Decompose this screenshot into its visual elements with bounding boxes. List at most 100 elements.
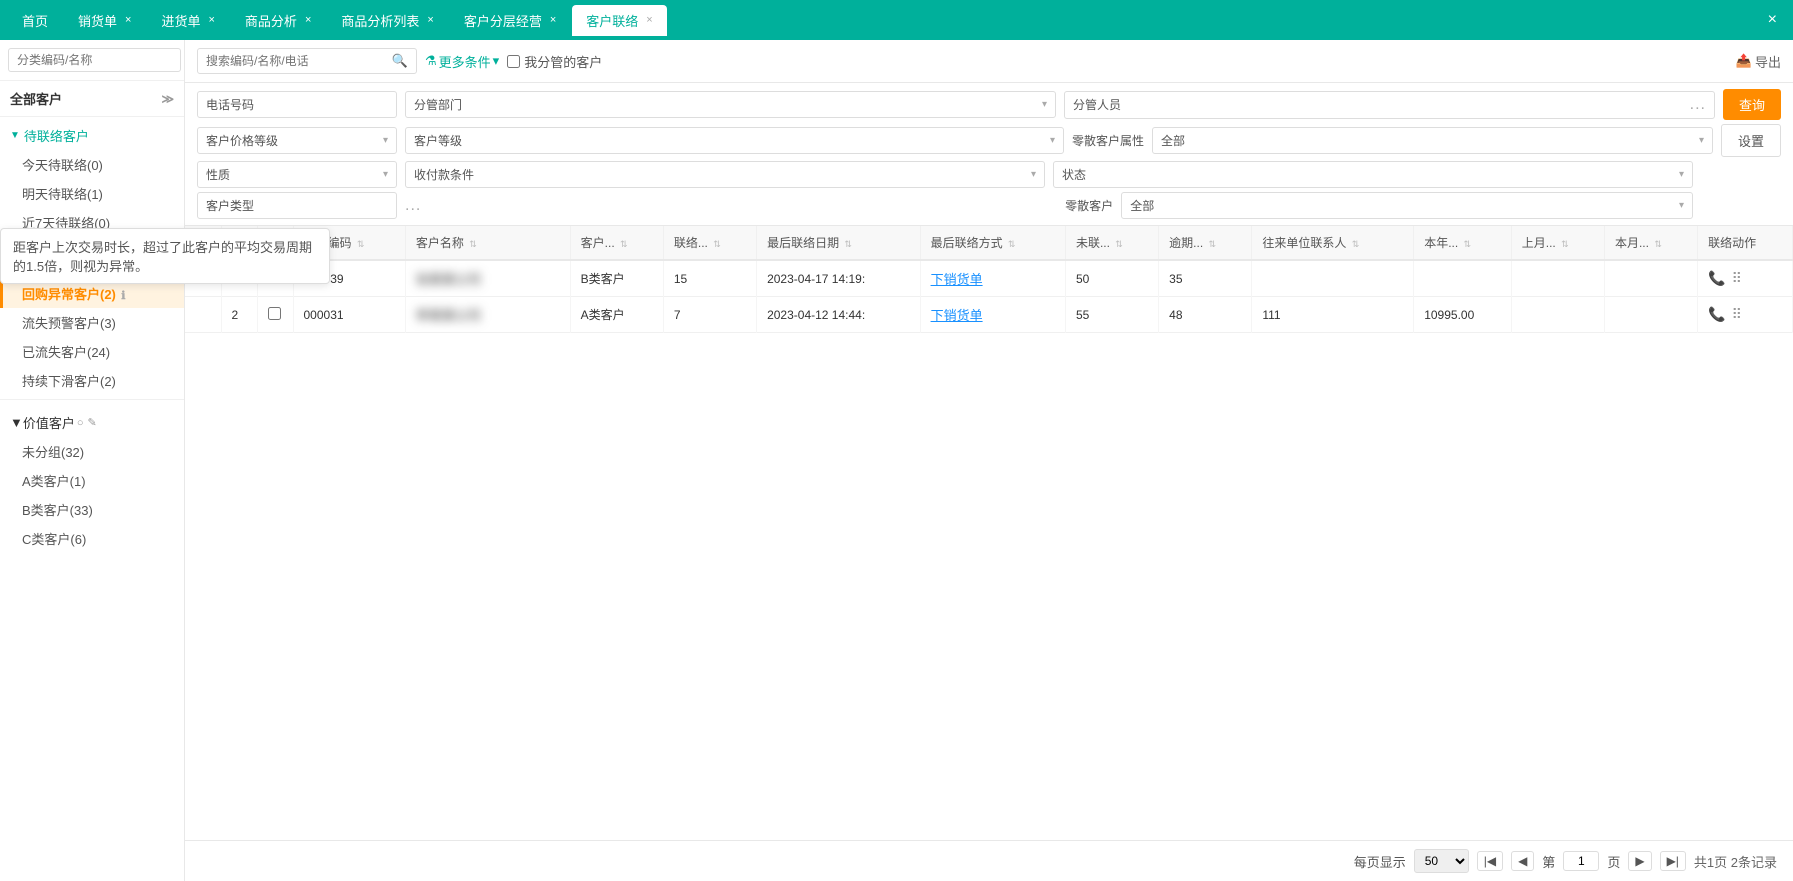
my-customers-checkbox[interactable] <box>507 55 520 68</box>
row2-checkbox[interactable] <box>268 307 281 320</box>
overdue-sort-icon: ⇅ <box>1209 239 1217 249</box>
filter-dept[interactable]: 分管部门 ▾ <box>405 91 1056 118</box>
sidebar-item-churned[interactable]: 已流失客户(24) <box>0 337 184 366</box>
row1-last-type[interactable]: 下销货单 <box>920 260 1065 297</box>
sidebar-item-tomorrow[interactable]: 明天待联络(1) <box>0 179 184 208</box>
col-last-type[interactable]: 最后联络方式 ⇅ <box>920 226 1065 260</box>
sidebar-item-today[interactable]: 今天待联络(0) <box>0 150 184 179</box>
sidebar-item-b-class[interactable]: B类客户(33) <box>0 495 184 524</box>
prev-page-btn[interactable]: ◀ <box>1511 851 1534 871</box>
last-page-btn[interactable]: ▶| <box>1660 851 1686 871</box>
close-all-button[interactable]: × <box>1760 7 1785 33</box>
sidebar-item-churn-warning[interactable]: 流失预警客户(3) <box>0 308 184 337</box>
query-button[interactable]: 查询 <box>1723 89 1781 120</box>
sidebar-search-input[interactable] <box>8 48 181 72</box>
row2-last-type[interactable]: 下销货单 <box>920 297 1065 333</box>
row2-no-contact: 55 <box>1065 297 1158 333</box>
sidebar-value-title[interactable]: ▼ 价值客户 ○ ✎ <box>0 408 184 437</box>
filter-search-container: 🔍 <box>197 48 417 74</box>
close-analysis-icon[interactable]: × <box>305 14 311 26</box>
next-page-btn[interactable]: ▶ <box>1628 851 1651 871</box>
sidebar-collapse-icon[interactable]: ≫ <box>161 92 174 106</box>
close-purchase-icon[interactable]: × <box>208 14 214 26</box>
pending-arrow-icon: ▼ <box>10 130 20 141</box>
row1-more-icon[interactable]: ⠿ <box>1732 270 1742 287</box>
sidebar-item-declining[interactable]: 持续下滑客户(2) <box>0 366 184 395</box>
row1-phone-icon[interactable]: 📞 <box>1708 270 1725 287</box>
sidebar-item-unclassified[interactable]: 未分组(32) <box>0 437 184 466</box>
filter-price-level[interactable]: 客户价格等级 ▾ <box>197 127 397 154</box>
value-edit-icon[interactable]: ✎ <box>88 416 97 429</box>
sidebar-all-customers[interactable]: 全部客户 ≫ <box>0 81 184 117</box>
col-unit-contact[interactable]: 往来单位联系人 ⇅ <box>1252 226 1414 260</box>
filter-manager[interactable]: 分管人员 ... <box>1064 91 1715 119</box>
nav-tab-analysis-list[interactable]: 商品分析列表 × <box>327 5 447 36</box>
col-contact[interactable]: 联络... ⇅ <box>663 226 756 260</box>
status-chevron-icon: ▾ <box>1679 169 1684 180</box>
row2-phone-icon[interactable]: 📞 <box>1708 306 1725 323</box>
nav-tab-customer-contact[interactable]: 客户联络 × <box>572 5 666 36</box>
close-customer-contact-icon[interactable]: × <box>646 14 652 26</box>
nav-tab-home[interactable]: 首页 <box>8 5 62 36</box>
data-table-area: ⚙ # 客户编码 ⇅ 客户名称 ⇅ 客户... ⇅ 联络... ⇅ 最后联络日期… <box>185 226 1793 840</box>
col-name[interactable]: 客户名称 ⇅ <box>405 226 570 260</box>
nav-tab-analysis[interactable]: 商品分析 × <box>231 5 325 36</box>
filter-more-conditions[interactable]: ⚗ 更多条件 ▾ <box>425 52 499 71</box>
filter-status[interactable]: 状态 ▾ <box>1053 161 1693 188</box>
filter-retail-attr[interactable]: 全部 ▾ <box>1152 127 1713 154</box>
row4-dots-icon[interactable]: ... <box>405 197 421 215</box>
col-this-month[interactable]: 本月... ⇅ <box>1604 226 1697 260</box>
row2-check[interactable] <box>257 297 293 333</box>
page-input[interactable] <box>1563 851 1599 871</box>
row2-last-month <box>1511 297 1604 333</box>
close-sales-icon[interactable]: × <box>125 14 131 26</box>
col-overdue[interactable]: 逾期... ⇅ <box>1159 226 1252 260</box>
filter-customer-type[interactable]: 客户类型 <box>197 192 397 219</box>
filter-search-input[interactable] <box>206 54 392 68</box>
col-no-contact[interactable]: 未联... ⇅ <box>1065 226 1158 260</box>
row2-code: 000031 <box>293 297 405 333</box>
top-nav: 首页 销货单 × 进货单 × 商品分析 × 商品分析列表 × 客户分层经营 × … <box>0 0 1793 40</box>
filter-gender[interactable]: 性质 ▾ <box>197 161 397 188</box>
table-header-row: ⚙ # 客户编码 ⇅ 客户名称 ⇅ 客户... ⇅ 联络... ⇅ 最后联络日期… <box>185 226 1793 260</box>
export-button[interactable]: 📤 导出 <box>1736 52 1781 71</box>
category-sort-icon: ⇅ <box>620 239 628 249</box>
settings-button[interactable]: 设置 <box>1721 124 1781 157</box>
content-area: 🔍 ⚗ 更多条件 ▾ 我分管的客户 📤 导出 电话号码 <box>185 40 1793 881</box>
close-analysis-list-icon[interactable]: × <box>427 14 433 26</box>
row2-contact: 7 <box>663 297 756 333</box>
row2-action: 📞 ⠿ <box>1698 297 1793 333</box>
col-last-month[interactable]: 上月... ⇅ <box>1511 226 1604 260</box>
col-this-year[interactable]: 本年... ⇅ <box>1414 226 1512 260</box>
row2-unit-contact: 111 <box>1252 297 1414 333</box>
payment-chevron-icon: ▾ <box>1031 169 1036 180</box>
nav-tab-sales[interactable]: 销货单 × <box>64 5 145 36</box>
sidebar-item-a-class[interactable]: A类客户(1) <box>0 466 184 495</box>
row1-this-year <box>1414 260 1512 297</box>
advanced-filters: 电话号码 分管部门 ▾ 分管人员 ... 查询 <box>185 83 1793 226</box>
manager-dots-icon[interactable]: ... <box>1690 96 1706 114</box>
filter-search-icon[interactable]: 🔍 <box>392 53 408 69</box>
filter-manager-group: 分管人员 ... <box>1064 91 1715 119</box>
sidebar-item-c-class[interactable]: C类客户(6) <box>0 524 184 553</box>
filter-row-3: 性质 ▾ 收付款条件 ▾ 状态 ▾ <box>197 161 1781 188</box>
col-last-date[interactable]: 最后联络日期 ⇅ <box>757 226 921 260</box>
my-customers-checkbox-label[interactable]: 我分管的客户 <box>507 52 602 71</box>
col-category[interactable]: 客户... ⇅ <box>570 226 663 260</box>
filter-payment[interactable]: 收付款条件 ▾ <box>405 161 1045 188</box>
row2-overdue: 48 <box>1159 297 1252 333</box>
nav-tab-customer-tier[interactable]: 客户分层经营 × <box>450 5 570 36</box>
row2-category: A类客户 <box>570 297 663 333</box>
close-customer-tier-icon[interactable]: × <box>550 14 556 26</box>
filter-retail-customer[interactable]: 全部 ▾ <box>1121 192 1693 219</box>
value-circle-icon[interactable]: ○ <box>77 417 84 429</box>
filter-bar: 🔍 ⚗ 更多条件 ▾ 我分管的客户 📤 导出 <box>185 40 1793 83</box>
row1-overdue: 35 <box>1159 260 1252 297</box>
filter-customer-level[interactable]: 客户等级 ▾ <box>405 127 1064 154</box>
nav-tab-purchase[interactable]: 进货单 × <box>147 5 228 36</box>
filter-phone[interactable]: 电话号码 <box>197 91 397 118</box>
first-page-btn[interactable]: |◀ <box>1477 851 1503 871</box>
sidebar-pending-title[interactable]: ▼ 待联络客户 <box>0 121 184 150</box>
row2-more-icon[interactable]: ⠿ <box>1732 306 1742 323</box>
per-page-select[interactable]: 50 100 200 <box>1414 849 1469 873</box>
